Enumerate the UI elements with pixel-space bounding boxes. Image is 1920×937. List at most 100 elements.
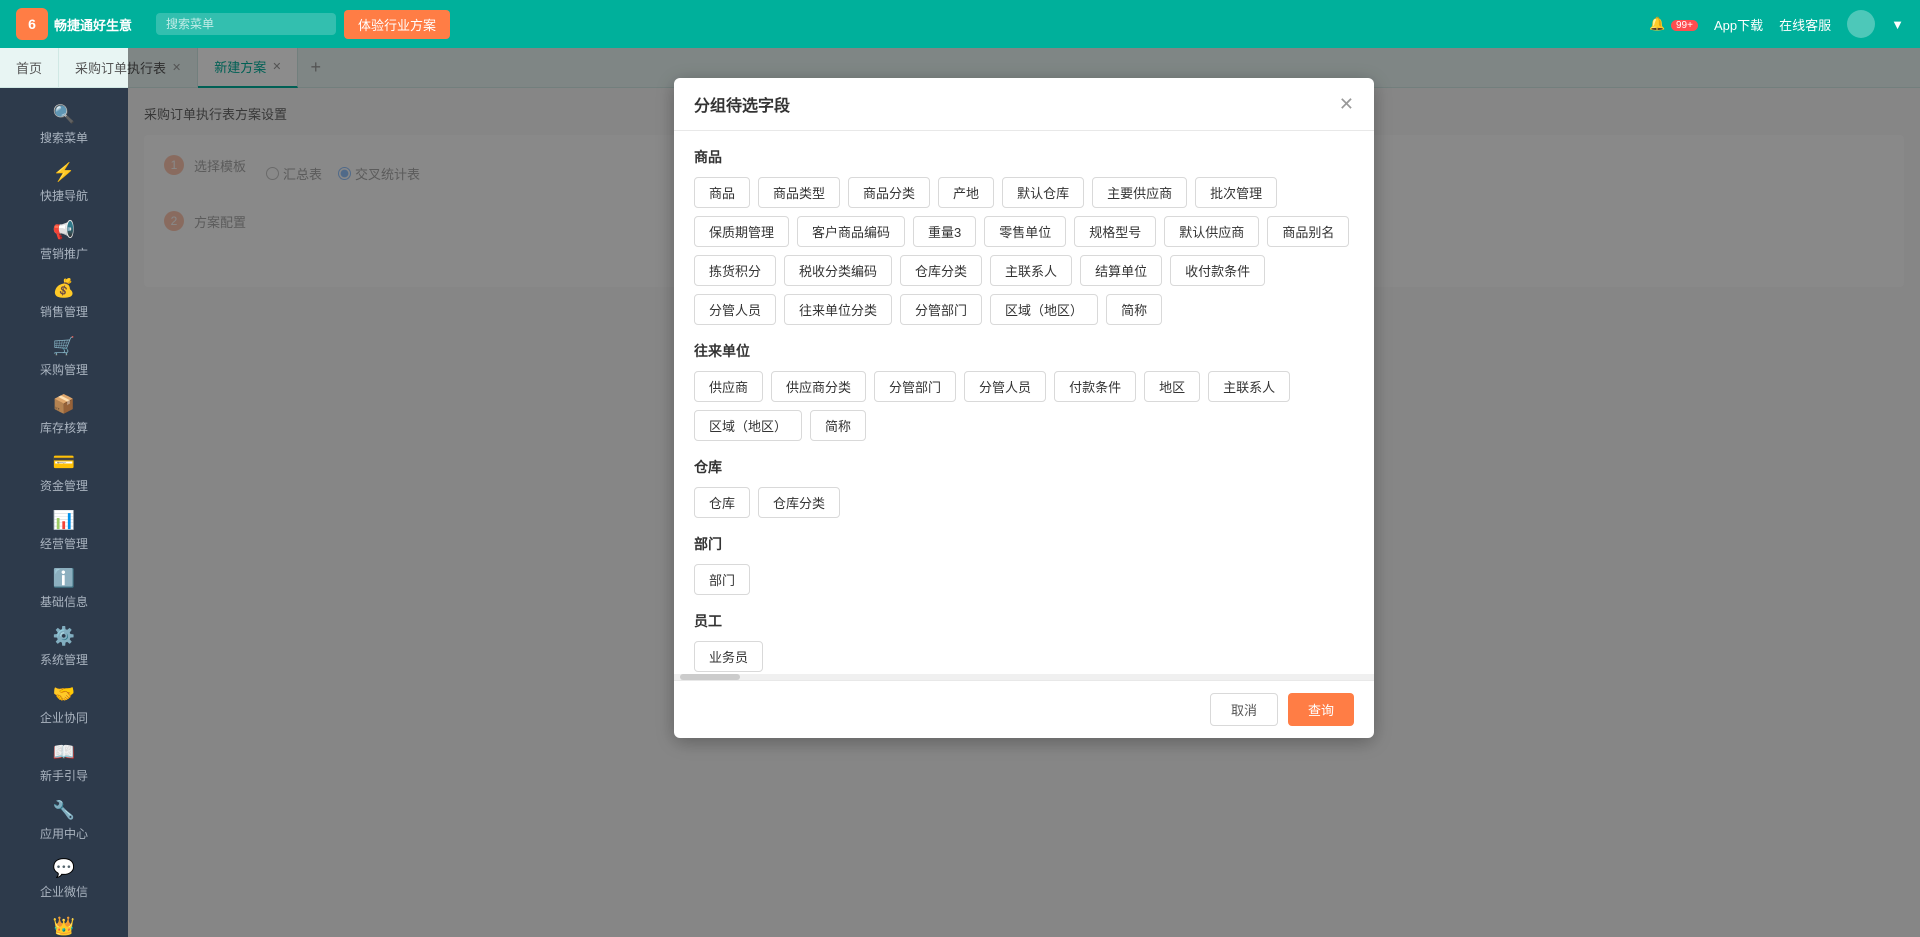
sidebar-item-marketing[interactable]: 📢 营销推广 <box>0 212 128 270</box>
search-input[interactable] <box>156 13 336 35</box>
tab-home-label: 首页 <box>16 58 42 77</box>
modal-header: 分组待选字段 ✕ <box>674 88 1374 131</box>
modal-title: 分组待选字段 <box>694 92 790 116</box>
sidebar-item-finance[interactable]: 💳 资金管理 <box>0 444 128 502</box>
cancel-button[interactable]: 取消 <box>1210 693 1278 726</box>
field-chip[interactable]: 默认供应商 <box>1164 216 1259 247</box>
notification-area[interactable]: 🔔 99+ <box>1649 16 1698 32</box>
field-chip[interactable]: 批次管理 <box>1195 177 1277 208</box>
modal-close-button[interactable]: ✕ <box>1339 94 1354 115</box>
avatar[interactable] <box>1847 10 1875 38</box>
sidebar-item-purchase[interactable]: 🛒 采购管理 <box>0 328 128 386</box>
field-chip[interactable]: 客户商品编码 <box>797 216 905 247</box>
field-chip[interactable]: 地区 <box>1144 371 1200 402</box>
section-goods-title: 商品 <box>694 147 1354 167</box>
modal-body: 商品 商品 商品类型 商品分类 产地 默认仓库 主要供应商 批次管理 保质期管理… <box>674 131 1374 674</box>
sidebar-item-inventory-label: 库存核算 <box>40 419 88 436</box>
field-chip[interactable]: 拣货积分 <box>694 255 776 286</box>
section-contacts-title: 往来单位 <box>694 341 1354 361</box>
field-chip[interactable]: 重量3 <box>913 216 976 247</box>
field-chip[interactable]: 商品别名 <box>1267 216 1349 247</box>
field-chip[interactable]: 收付款条件 <box>1170 255 1265 286</box>
sidebar-item-system[interactable]: ⚙️ 系统管理 <box>0 618 128 676</box>
field-chip[interactable]: 分管部门 <box>900 294 982 325</box>
field-chip[interactable]: 规格型号 <box>1074 216 1156 247</box>
field-chip[interactable]: 区域（地区） <box>990 294 1098 325</box>
sidebar-item-inventory[interactable]: 📦 库存核算 <box>0 386 128 444</box>
field-chip[interactable]: 仓库分类 <box>900 255 982 286</box>
section-warehouse-fields: 仓库 仓库分类 <box>694 487 1354 518</box>
top-nav-actions: 体验行业方案 <box>344 10 450 39</box>
sidebar-item-enterprise[interactable]: 🤝 企业协同 <box>0 676 128 734</box>
sidebar-item-search[interactable]: 🔍 搜索菜单 <box>0 96 128 154</box>
field-chip[interactable]: 税收分类编码 <box>784 255 892 286</box>
field-chip[interactable]: 主联系人 <box>1208 371 1290 402</box>
sidebar-item-operations[interactable]: 📊 经营管理 <box>0 502 128 560</box>
sidebar-item-basic-info[interactable]: ℹ️ 基础信息 <box>0 560 128 618</box>
field-chip[interactable]: 商品 <box>694 177 750 208</box>
field-chip[interactable]: 零售单位 <box>984 216 1066 247</box>
tab-home[interactable]: 首页 <box>0 48 59 88</box>
main-layout: 🔍 搜索菜单 ⚡ 快捷导航 📢 营销推广 💰 销售管理 🛒 采购管理 📦 库存核… <box>0 88 1920 937</box>
section-warehouse-title: 仓库 <box>694 457 1354 477</box>
online-service-link[interactable]: 在线客服 <box>1779 15 1831 34</box>
section-employee-fields: 业务员 <box>694 641 1354 672</box>
field-chip[interactable]: 商品类型 <box>758 177 840 208</box>
field-chip[interactable]: 分管部门 <box>874 371 956 402</box>
field-chip[interactable]: 业务员 <box>694 641 763 672</box>
logo-area: 6 畅捷通好生意 <box>16 8 144 40</box>
app-download-link[interactable]: App下载 <box>1714 15 1763 34</box>
section-department-fields: 部门 <box>694 564 1354 595</box>
field-chip[interactable]: 供应商 <box>694 371 763 402</box>
field-chip[interactable]: 部门 <box>694 564 750 595</box>
field-chip[interactable]: 主要供应商 <box>1092 177 1187 208</box>
sidebar-item-finance-label: 资金管理 <box>40 477 88 494</box>
search-icon: 🔍 <box>53 104 75 125</box>
field-chip[interactable]: 简称 <box>1106 294 1162 325</box>
enterprise-icon: 🤝 <box>53 684 75 705</box>
marketing-icon: 📢 <box>53 220 75 241</box>
sidebar-item-sales[interactable]: 💰 销售管理 <box>0 270 128 328</box>
section-department-title: 部门 <box>694 534 1354 554</box>
field-chip[interactable]: 产地 <box>938 177 994 208</box>
sidebar: 🔍 搜索菜单 ⚡ 快捷导航 📢 营销推广 💰 销售管理 🛒 采购管理 📦 库存核… <box>0 88 128 937</box>
field-chip[interactable]: 简称 <box>810 410 866 441</box>
wechat-icon: 💬 <box>53 858 75 879</box>
confirm-button[interactable]: 查询 <box>1288 693 1354 726</box>
field-chip[interactable]: 结算单位 <box>1080 255 1162 286</box>
field-chip[interactable]: 供应商分类 <box>771 371 866 402</box>
field-chip[interactable]: 仓库分类 <box>758 487 840 518</box>
section-warehouse: 仓库 仓库 仓库分类 <box>694 457 1354 518</box>
field-chip[interactable]: 商品分类 <box>848 177 930 208</box>
top-navbar: 6 畅捷通好生意 体验行业方案 🔔 99+ App下载 在线客服 ▼ <box>0 0 1920 48</box>
field-chip[interactable]: 主联系人 <box>990 255 1072 286</box>
field-select-modal: 分组待选字段 ✕ 商品 商品 商品类型 商品分类 产地 默认仓库 主要供应商 <box>674 88 1374 738</box>
sidebar-item-sales-label: 销售管理 <box>40 303 88 320</box>
content-area: 采购订单执行表方案设置 1 选择模板 汇总表 交叉统计表 2 方案配置 <box>128 88 1920 937</box>
user-arrow[interactable]: ▼ <box>1891 17 1904 32</box>
system-icon: ⚙️ <box>53 626 75 647</box>
field-chip[interactable]: 往来单位分类 <box>784 294 892 325</box>
sidebar-item-app-center-label: 应用中心 <box>40 825 88 842</box>
field-chip[interactable]: 区域（地区） <box>694 410 802 441</box>
field-chip[interactable]: 付款条件 <box>1054 371 1136 402</box>
basic-info-icon: ℹ️ <box>53 568 75 589</box>
modal-footer: 取消 查询 <box>674 680 1374 738</box>
sidebar-item-vip[interactable]: 👑 畅会员 <box>0 908 128 937</box>
sidebar-item-quick-nav[interactable]: ⚡ 快捷导航 <box>0 154 128 212</box>
field-chip[interactable]: 仓库 <box>694 487 750 518</box>
field-chip[interactable]: 分管人员 <box>694 294 776 325</box>
sidebar-item-quick-nav-label: 快捷导航 <box>40 187 88 204</box>
operations-icon: 📊 <box>53 510 75 531</box>
field-chip[interactable]: 分管人员 <box>964 371 1046 402</box>
sidebar-item-app-center[interactable]: 🔧 应用中心 <box>0 792 128 850</box>
sidebar-item-wechat[interactable]: 💬 企业微信 <box>0 850 128 908</box>
sidebar-item-guide-label: 新手引导 <box>40 767 88 784</box>
section-goods-fields: 商品 商品类型 商品分类 产地 默认仓库 主要供应商 批次管理 保质期管理 客户… <box>694 177 1354 325</box>
experience-btn[interactable]: 体验行业方案 <box>344 10 450 39</box>
field-chip[interactable]: 默认仓库 <box>1002 177 1084 208</box>
field-chip[interactable]: 保质期管理 <box>694 216 789 247</box>
top-nav-right: 🔔 99+ App下载 在线客服 ▼ <box>1649 10 1904 38</box>
logo-icon: 6 <box>16 8 48 40</box>
sidebar-item-guide[interactable]: 📖 新手引导 <box>0 734 128 792</box>
